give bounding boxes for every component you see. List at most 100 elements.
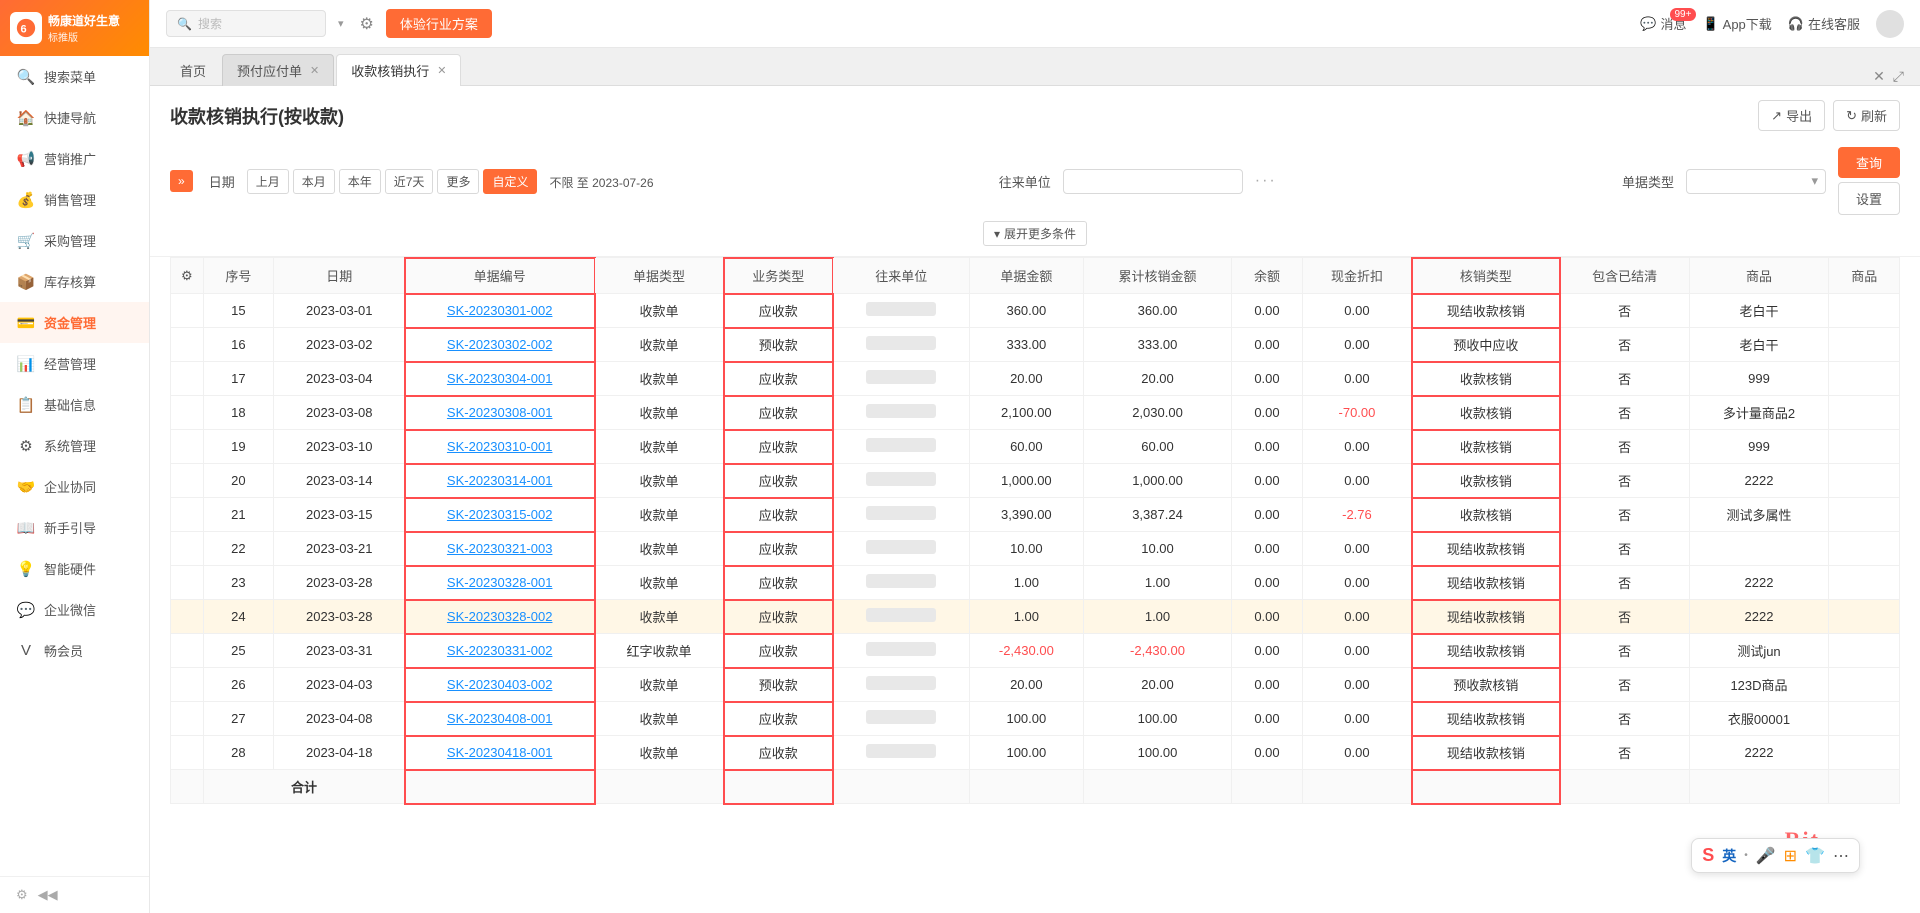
date-btn-this-month[interactable]: 本月 xyxy=(293,169,335,194)
cell-cash-discount: -2.76 xyxy=(1302,498,1411,532)
th-balance: 余额 xyxy=(1232,258,1302,294)
doc-no-link[interactable]: SK-20230321-003 xyxy=(447,541,553,556)
tab-prepay[interactable]: 预付应付单 ✕ xyxy=(222,54,334,86)
doc-type-select[interactable]: 收款单 红字收款单 xyxy=(1686,169,1826,194)
th-amount: 单据金额 xyxy=(969,258,1083,294)
sidebar-item-inventory[interactable]: 📦库存核算 xyxy=(0,261,149,302)
operations-icon: 📊 xyxy=(16,355,36,373)
cell-product: 老白干 xyxy=(1689,328,1829,362)
dropdown-caret[interactable]: ▾ xyxy=(338,17,344,30)
th-settings[interactable]: ⚙ xyxy=(171,258,204,294)
table-container[interactable]: ⚙ 序号 日期 单据编号 单据类型 业务类型 往来单位 单据金额 累计核销金额 … xyxy=(150,257,1920,913)
cell-settings xyxy=(171,668,204,702)
date-btn-custom[interactable]: 自定义 xyxy=(483,169,537,194)
sidebar-item-purchase[interactable]: 🛒采购管理 xyxy=(0,220,149,261)
industry-solution-button[interactable]: 体验行业方案 xyxy=(386,9,492,38)
filter-toggle-button[interactable]: » xyxy=(170,170,193,192)
more-icon[interactable]: ⋯ xyxy=(1833,846,1849,866)
cell-doc-no: SK-20230304-001 xyxy=(405,362,595,396)
main-area: 🔍 搜索 ▾ ⚙ 体验行业方案 💬 消息 99+ 📱 App下载 🎧 在线客服 xyxy=(150,0,1920,913)
sidebar-item-sales[interactable]: 💰销售管理 xyxy=(0,179,149,220)
sidebar-item-enterprise[interactable]: 🤝企业协同 xyxy=(0,466,149,507)
cell-writeoff-amount: 20.00 xyxy=(1083,362,1231,396)
cell-biz-type: 应收款 xyxy=(724,634,833,668)
mic-icon[interactable]: 🎤 xyxy=(1756,846,1776,866)
th-date: 日期 xyxy=(274,258,405,294)
topbar-search[interactable]: 🔍 搜索 xyxy=(166,10,326,37)
sidebar: 6 畅康道好生意 标推版 🔍搜索菜单🏠快捷导航📢营销推广💰销售管理🛒采购管理📦库… xyxy=(0,0,150,913)
app-download-link[interactable]: 📱 App下载 xyxy=(1702,14,1771,33)
cell-balance: 0.00 xyxy=(1232,736,1302,770)
doc-no-link[interactable]: SK-20230328-002 xyxy=(447,609,553,624)
sidebar-label-enterprise: 企业协同 xyxy=(44,477,96,496)
cell-settings xyxy=(171,328,204,362)
refresh-button[interactable]: ↻ 刷新 xyxy=(1833,100,1900,131)
topbar-gear-icon[interactable]: ⚙ xyxy=(360,14,374,34)
sidebar-item-hardware[interactable]: 💡智能硬件 xyxy=(0,548,149,589)
sidebar-item-operations[interactable]: 📊经营管理 xyxy=(0,343,149,384)
tab-home[interactable]: 首页 xyxy=(166,55,220,86)
cell-balance: 0.00 xyxy=(1232,566,1302,600)
cell-balance: 0.00 xyxy=(1232,600,1302,634)
topbar-right: 💬 消息 99+ 📱 App下载 🎧 在线客服 xyxy=(1640,10,1904,38)
user-avatar[interactable] xyxy=(1876,10,1904,38)
doc-no-link[interactable]: SK-20230302-002 xyxy=(447,337,553,352)
export-button[interactable]: ↗ 导出 xyxy=(1758,100,1825,131)
blurred-counterpart xyxy=(866,574,936,588)
prepay-tab-close[interactable]: ✕ xyxy=(310,64,319,77)
settings-button[interactable]: 设置 xyxy=(1838,182,1900,215)
doc-no-link[interactable]: SK-20230304-001 xyxy=(447,371,553,386)
doc-no-link[interactable]: SK-20230408-001 xyxy=(447,711,553,726)
sidebar-item-shortcut[interactable]: 🏠快捷导航 xyxy=(0,97,149,138)
sidebar-item-marketing[interactable]: 📢营销推广 xyxy=(0,138,149,179)
date-btn-7days[interactable]: 近7天 xyxy=(385,169,434,194)
sidebar-item-guide[interactable]: 📖新手引导 xyxy=(0,507,149,548)
counterpart-input[interactable] xyxy=(1063,169,1243,194)
sidebar-label-vip: 畅会员 xyxy=(44,641,83,660)
message-link[interactable]: 💬 消息 99+ xyxy=(1640,14,1686,33)
online-service-link[interactable]: 🎧 在线客服 xyxy=(1788,14,1860,33)
marketing-icon: 📢 xyxy=(16,150,36,168)
shirt-icon[interactable]: 👕 xyxy=(1805,846,1825,866)
doc-no-link[interactable]: SK-20230301-002 xyxy=(447,303,553,318)
cell-product: 2222 xyxy=(1689,566,1829,600)
sidebar-item-system[interactable]: ⚙系统管理 xyxy=(0,425,149,466)
cell-writeoff-amount: 10.00 xyxy=(1083,532,1231,566)
date-btn-more[interactable]: 更多 xyxy=(437,169,479,194)
date-btn-last-month[interactable]: 上月 xyxy=(247,169,289,194)
cell-cash-discount: 0.00 xyxy=(1302,736,1411,770)
sidebar-item-wechat[interactable]: 💬企业微信 xyxy=(0,589,149,630)
collection-tab-close[interactable]: ✕ xyxy=(437,64,446,77)
doc-no-link[interactable]: SK-20230403-002 xyxy=(447,677,553,692)
settings-icon[interactable]: ⚙ xyxy=(16,887,28,903)
cell-writeoff-type: 收款核销 xyxy=(1412,362,1560,396)
cell-product: 2222 xyxy=(1689,736,1829,770)
doc-no-link[interactable]: SK-20230331-002 xyxy=(447,643,553,658)
total-amount xyxy=(969,770,1083,804)
cell-writeoff-type: 收款核销 xyxy=(1412,396,1560,430)
query-button[interactable]: 查询 xyxy=(1838,147,1900,178)
date-btn-this-year[interactable]: 本年 xyxy=(339,169,381,194)
doc-no-link[interactable]: SK-20230418-001 xyxy=(447,745,553,760)
cell-writeoff-amount: 1,000.00 xyxy=(1083,464,1231,498)
blurred-counterpart xyxy=(866,540,936,554)
expand-tab-icon[interactable]: ⤢ xyxy=(1893,68,1904,85)
sidebar-item-basics[interactable]: 📋基础信息 xyxy=(0,384,149,425)
collapse-icon[interactable]: ◀◀ xyxy=(38,887,58,903)
tab-collection[interactable]: 收款核销执行 ✕ xyxy=(336,54,461,86)
th-cash-discount: 现金折扣 xyxy=(1302,258,1411,294)
doc-no-link[interactable]: SK-20230310-001 xyxy=(447,439,553,454)
doc-no-link[interactable]: SK-20230308-001 xyxy=(447,405,553,420)
sidebar-item-finance[interactable]: 💳资金管理 xyxy=(0,302,149,343)
expand-more-button[interactable]: ▾ 展开更多条件 xyxy=(983,221,1087,246)
sidebar-item-search[interactable]: 🔍搜索菜单 xyxy=(0,56,149,97)
grid-icon[interactable]: ⊞ xyxy=(1784,846,1797,866)
cell-date: 2023-03-28 xyxy=(274,600,405,634)
table-row: 18 2023-03-08 SK-20230308-001 收款单 应收款 2,… xyxy=(171,396,1900,430)
cell-product2 xyxy=(1829,702,1900,736)
doc-no-link[interactable]: SK-20230315-002 xyxy=(447,507,553,522)
close-all-icon[interactable]: ✕ xyxy=(1873,68,1885,85)
sidebar-item-vip[interactable]: V畅会员 xyxy=(0,630,149,671)
doc-no-link[interactable]: SK-20230328-001 xyxy=(447,575,553,590)
doc-no-link[interactable]: SK-20230314-001 xyxy=(447,473,553,488)
